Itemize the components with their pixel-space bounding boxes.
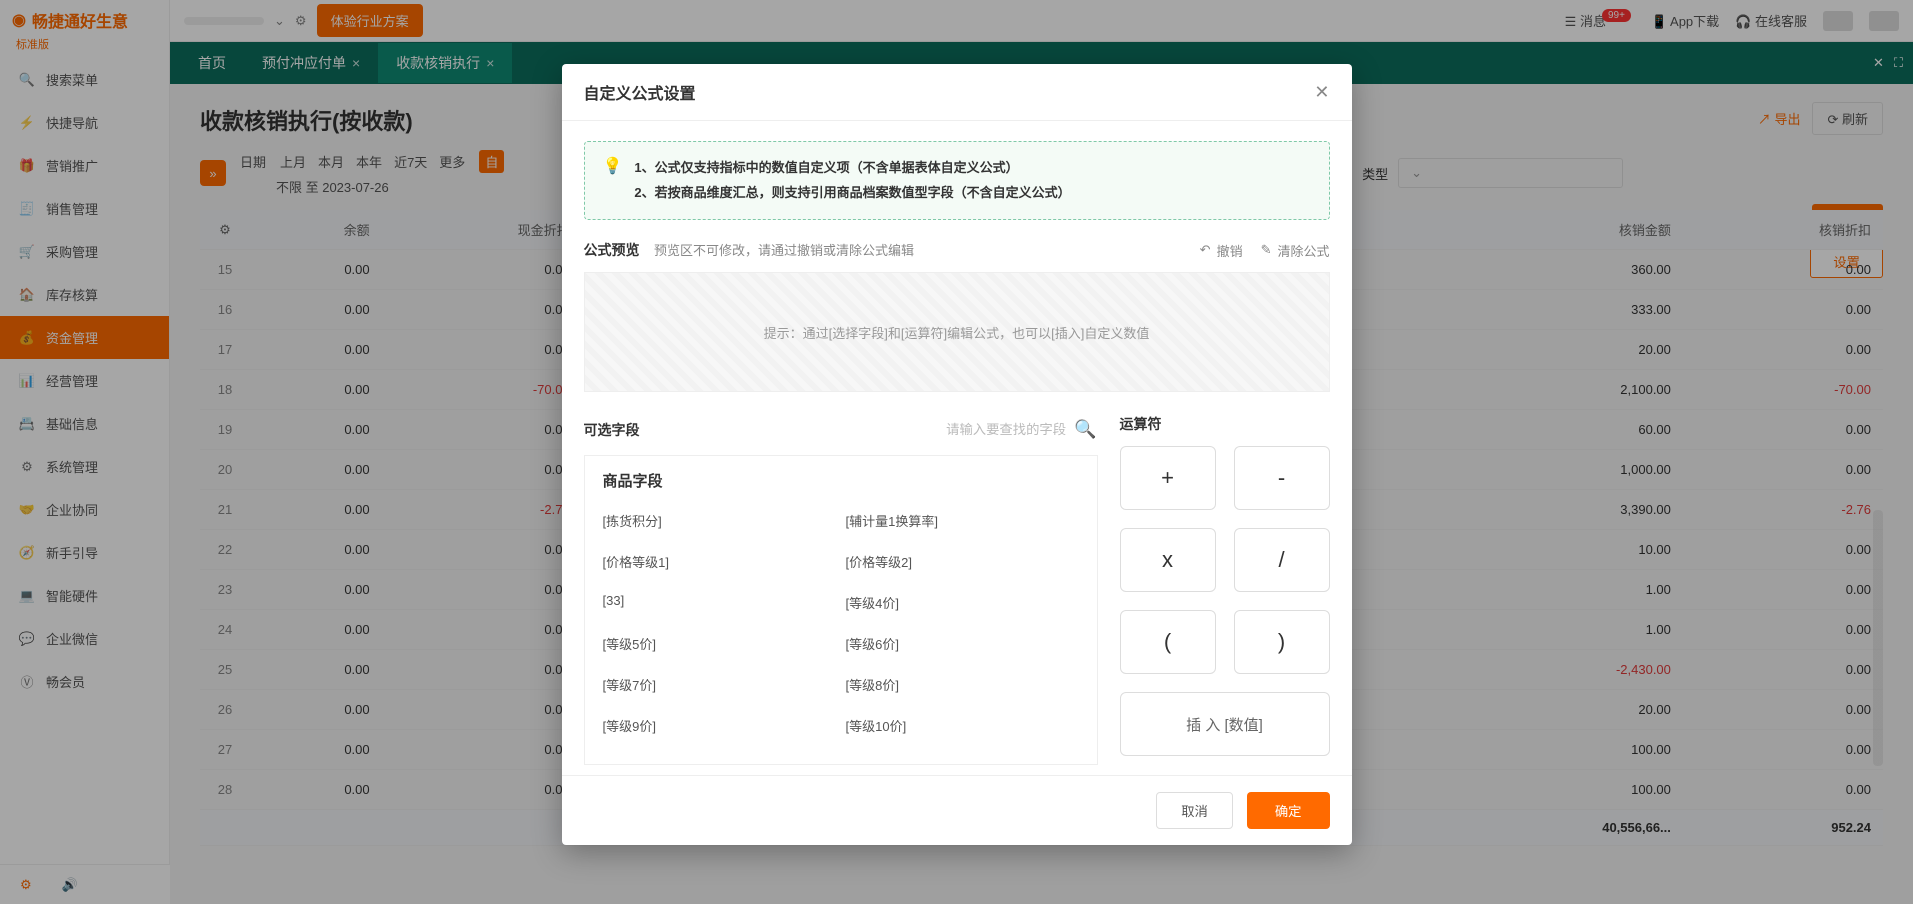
operator-button[interactable]: + bbox=[1120, 446, 1216, 510]
field-item[interactable]: [等级5价] bbox=[603, 628, 836, 659]
fields-title: 可选字段 bbox=[584, 420, 640, 440]
operator-button[interactable]: - bbox=[1234, 446, 1330, 510]
field-item[interactable]: [33] bbox=[603, 587, 836, 618]
preview-hint: 预览区不可修改，请通过撤销或清除公式编辑 bbox=[654, 243, 914, 258]
cancel-button[interactable]: 取消 bbox=[1156, 792, 1233, 829]
operator-button[interactable]: x bbox=[1120, 528, 1216, 592]
field-group-title: 商品字段 bbox=[585, 456, 1097, 505]
tip-box: 💡 1、公式仅支持指标中的数值自定义项（不含单据表体自定义公式） 2、若按商品维… bbox=[584, 141, 1330, 220]
field-item[interactable]: [等级4价] bbox=[846, 587, 1079, 618]
clear-formula-button[interactable]: ✎ 清除公式 bbox=[1261, 241, 1330, 260]
preview-title: 公式预览 bbox=[584, 242, 640, 258]
formula-modal: 自定义公式设置 ✕ 💡 1、公式仅支持指标中的数值自定义项（不含单据表体自定义公… bbox=[562, 64, 1352, 845]
operator-button[interactable]: / bbox=[1234, 528, 1330, 592]
field-item[interactable]: [等级8价] bbox=[846, 669, 1079, 700]
field-item[interactable]: [价格等级2] bbox=[846, 546, 1079, 577]
search-icon[interactable]: 🔍 bbox=[1074, 419, 1096, 440]
field-item[interactable]: [等级7价] bbox=[603, 669, 836, 700]
operator-button[interactable]: ) bbox=[1234, 610, 1330, 674]
field-item[interactable]: [等级6价] bbox=[846, 628, 1079, 659]
field-item[interactable]: [拣货积分] bbox=[603, 505, 836, 536]
operator-button[interactable]: ( bbox=[1120, 610, 1216, 674]
lightbulb-icon: 💡 bbox=[603, 156, 623, 176]
tip-line-2: 2、若按商品维度汇总，则支持引用商品档案数值型字段（不含自定义公式） bbox=[634, 181, 1070, 206]
modal-title: 自定义公式设置 bbox=[584, 80, 696, 104]
tip-line-1: 1、公式仅支持指标中的数值自定义项（不含单据表体自定义公式） bbox=[634, 156, 1070, 181]
field-search-input[interactable] bbox=[866, 422, 1066, 437]
field-item[interactable]: [辅计量1换算率] bbox=[846, 505, 1079, 536]
field-item[interactable]: [等级9价] bbox=[603, 710, 836, 741]
field-item[interactable]: [等级10价] bbox=[846, 710, 1079, 741]
ok-button[interactable]: 确定 bbox=[1247, 792, 1330, 829]
undo-button[interactable]: ↶ 撤销 bbox=[1200, 241, 1243, 260]
close-icon[interactable]: ✕ bbox=[1314, 82, 1329, 103]
operators-title: 运算符 bbox=[1120, 414, 1330, 434]
field-panel[interactable]: 商品字段 [拣货积分] [辅计量1换算率] [价格等级1] [价格等级2] [33] [等… bbox=[584, 455, 1098, 765]
insert-number-button[interactable]: 插 入 [数值] bbox=[1120, 692, 1330, 756]
preview-placeholder: 提示：通过[选择字段]和[运算符]编辑公式，也可以[插入]自定义数值 bbox=[764, 323, 1150, 342]
formula-preview: 提示：通过[选择字段]和[运算符]编辑公式，也可以[插入]自定义数值 bbox=[584, 272, 1330, 392]
field-item[interactable]: [价格等级1] bbox=[603, 546, 836, 577]
